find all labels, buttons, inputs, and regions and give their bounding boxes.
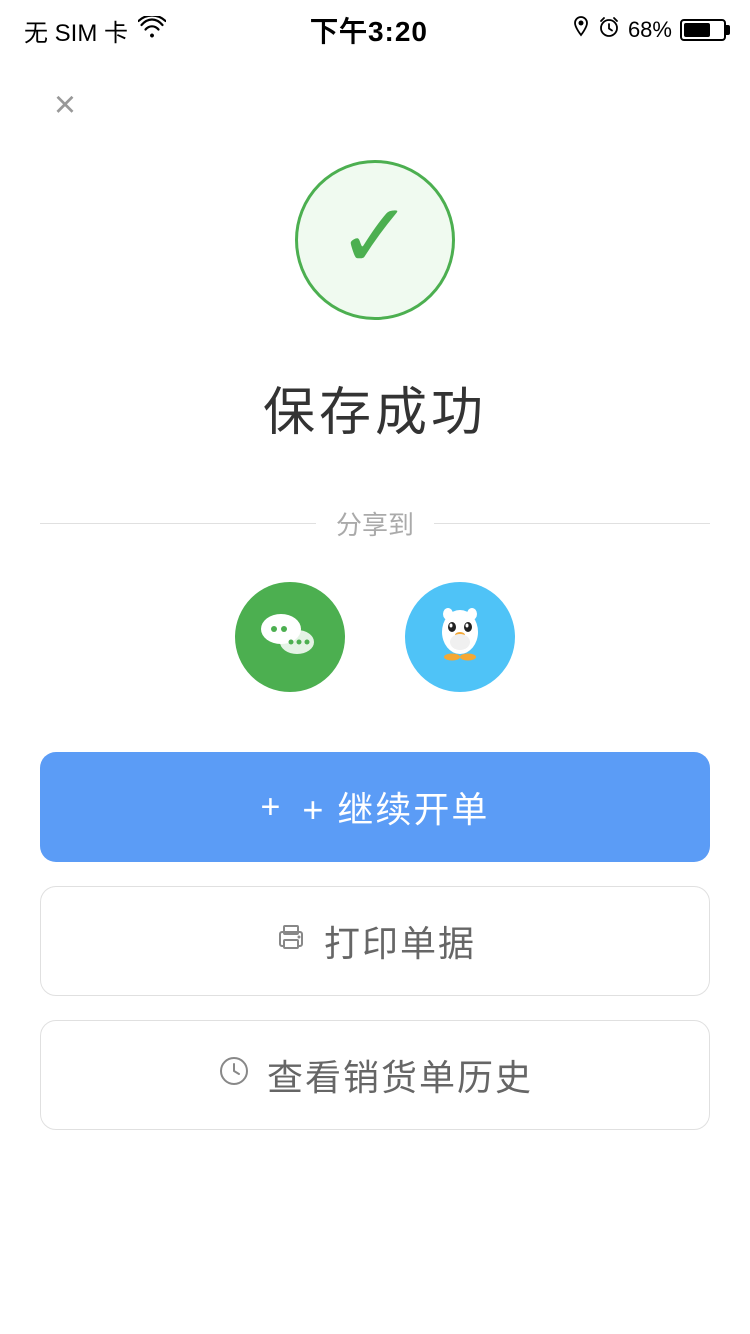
success-title: 保存成功 <box>263 370 487 445</box>
alarm-icon <box>598 16 620 44</box>
divider-right <box>434 523 710 524</box>
history-label: 查看销货单历史 <box>267 1049 533 1101</box>
status-left: 无 SIM 卡 <box>24 13 166 48</box>
continue-button[interactable]: + + 继续开单 <box>40 752 710 862</box>
print-icon <box>274 920 308 963</box>
qq-share-button[interactable] <box>405 582 515 692</box>
page-container: × ✓ 保存成功 分享到 <box>0 60 750 1130</box>
location-icon <box>572 16 590 44</box>
action-buttons: + + 继续开单 打印单据 查看销货单历 <box>40 752 710 1130</box>
share-icons <box>235 582 515 692</box>
wechat-share-button[interactable] <box>235 582 345 692</box>
share-section: 分享到 <box>40 505 710 692</box>
battery-icon <box>680 19 726 41</box>
qq-icon <box>430 602 490 672</box>
divider-left <box>40 523 316 524</box>
sim-label: 无 SIM 卡 <box>24 13 128 48</box>
share-divider-row: 分享到 <box>40 505 710 542</box>
print-label: 打印单据 <box>324 915 476 967</box>
history-icon <box>217 1054 251 1097</box>
continue-label: + 继续开单 <box>302 781 489 833</box>
wechat-icon <box>255 602 325 672</box>
checkmark-icon: ✓ <box>337 192 412 282</box>
plus-icon: + <box>261 788 283 827</box>
wifi-icon <box>138 16 166 45</box>
success-circle: ✓ <box>295 160 455 320</box>
battery-percentage: 68% <box>628 17 672 43</box>
close-button[interactable]: × <box>40 80 90 130</box>
history-button[interactable]: 查看销货单历史 <box>40 1020 710 1130</box>
close-icon: × <box>54 86 76 124</box>
status-bar: 无 SIM 卡 下午3:20 68% <box>0 0 750 60</box>
share-label: 分享到 <box>336 505 414 542</box>
status-time: 下午3:20 <box>310 10 428 50</box>
print-button[interactable]: 打印单据 <box>40 886 710 996</box>
status-right: 68% <box>572 16 726 44</box>
close-button-row: × <box>40 60 710 160</box>
